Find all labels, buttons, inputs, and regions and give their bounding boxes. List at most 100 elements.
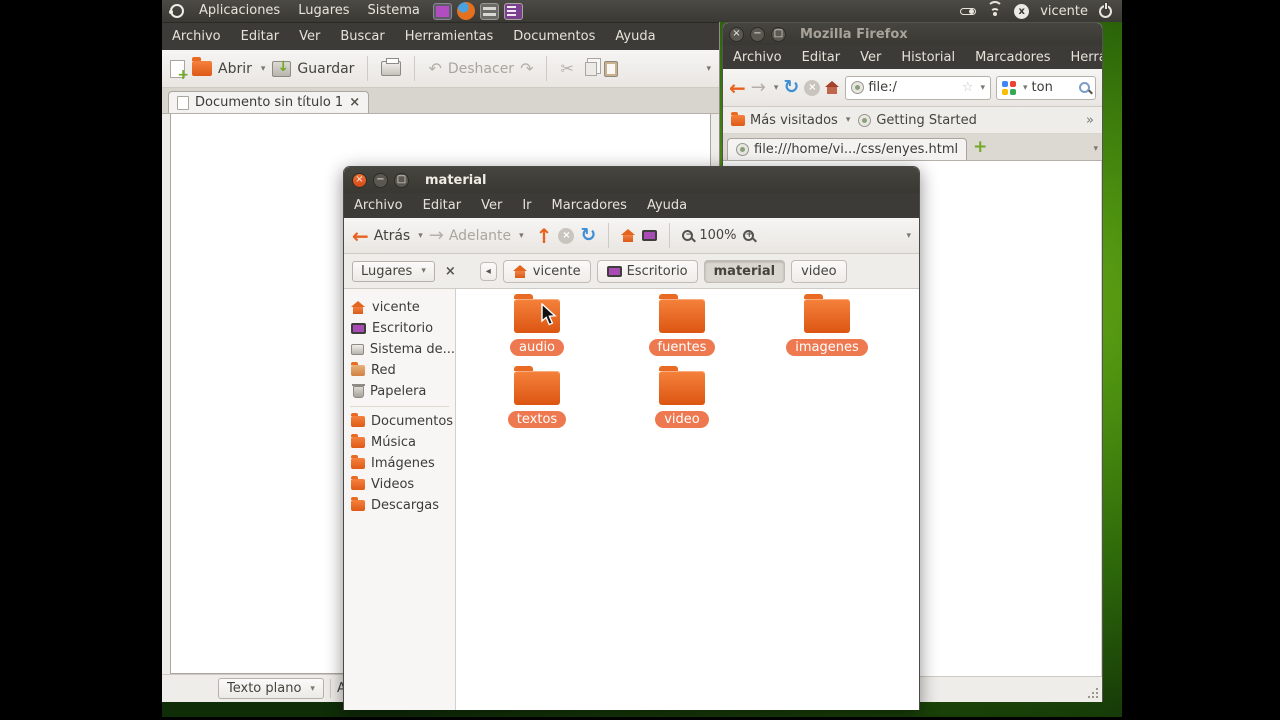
folder-item-audio[interactable]: audio	[491, 294, 583, 356]
firefox-menu-ver[interactable]: Ver	[850, 50, 891, 65]
firefox-menu-herramientas[interactable]: Herramientas	[1061, 50, 1103, 65]
sidebar-item-red[interactable]: Red	[344, 360, 455, 381]
back-button[interactable]: ← Atrás ▾	[352, 226, 423, 246]
home-icon[interactable]	[825, 81, 840, 94]
sidebar-close-icon[interactable]: ×	[445, 264, 456, 279]
firefox-launcher-icon[interactable]	[456, 2, 475, 20]
gedit-menu-archivo[interactable]: Archivo	[162, 29, 231, 44]
breadcrumb-vicente[interactable]: vicente	[502, 259, 591, 283]
sidebar-item-descargas[interactable]: Descargas	[344, 495, 455, 516]
resize-grip[interactable]	[1088, 688, 1098, 698]
close-icon[interactable]: ×	[729, 26, 744, 42]
breadcrumb-video[interactable]: video	[791, 259, 847, 283]
search-engine-dropdown-icon[interactable]: ▾	[1023, 83, 1028, 93]
maximize-icon[interactable]: □	[394, 172, 409, 188]
nautilus-menu-archivo[interactable]: Archivo	[344, 198, 413, 213]
panel-menu-sistema[interactable]: Sistema	[359, 0, 429, 22]
firefox-tabstrip: file:///home/vi.../css/enyes.html + ▾	[723, 134, 1102, 161]
nautilus-file-view[interactable]: audio fuentes imagenes textos video	[456, 289, 919, 710]
nautilus-menu-ir[interactable]: Ir	[512, 198, 541, 213]
maximize-icon[interactable]: □	[771, 26, 786, 42]
nautilus-menu-ver[interactable]: Ver	[471, 198, 512, 213]
editor-launcher-icon[interactable]	[503, 2, 523, 20]
toolbar-overflow-icon[interactable]: ▾	[906, 231, 911, 241]
zoom-level[interactable]: 100%	[699, 228, 736, 243]
minimize-icon[interactable]: −	[373, 172, 388, 188]
username-label[interactable]: vicente	[1040, 4, 1088, 19]
new-document-icon[interactable]	[170, 59, 189, 83]
gedit-menu-ayuda[interactable]: Ayuda	[605, 29, 665, 44]
sidebar-item-documentos[interactable]: Documentos	[344, 411, 455, 432]
up-icon[interactable]: ↑	[536, 226, 553, 246]
gedit-document-tab[interactable]: Documento sin título 1 ×	[168, 91, 370, 113]
sidebar-item-musica[interactable]: Música	[344, 432, 455, 453]
sidebar-item-imagenes[interactable]: Imágenes	[344, 453, 455, 474]
close-icon[interactable]: ×	[352, 172, 367, 188]
zoom-in-icon[interactable]: +	[742, 230, 754, 241]
home-icon[interactable]	[621, 229, 636, 242]
gedit-menu-editar[interactable]: Editar	[231, 29, 290, 44]
language-mode-combo[interactable]: Texto plano ▾	[218, 678, 324, 699]
movie-player-launcher-icon[interactable]	[479, 2, 499, 20]
folder-item-video[interactable]: video	[636, 366, 728, 428]
firefox-menu-editar[interactable]: Editar	[792, 50, 851, 65]
reload-icon[interactable]: ↻	[580, 226, 596, 245]
reload-icon[interactable]: ↻	[783, 78, 799, 97]
folder-item-imagenes[interactable]: imagenes	[781, 294, 873, 356]
open-button[interactable]: Abrir ▾	[192, 57, 266, 77]
tab-list-dropdown-icon[interactable]: ▾	[1093, 144, 1098, 154]
getting-started-bookmark[interactable]: Getting Started	[858, 113, 977, 128]
minimize-icon[interactable]: −	[750, 26, 765, 42]
save-button[interactable]: Guardar	[272, 59, 354, 77]
firefox-tab[interactable]: file:///home/vi.../css/enyes.html	[727, 138, 968, 160]
gedit-menu-herramientas[interactable]: Herramientas	[395, 29, 504, 44]
sidebar-item-sistema[interactable]: Sistema de...	[344, 339, 455, 360]
gedit-menu-buscar[interactable]: Buscar	[330, 29, 394, 44]
breadcrumb-escritorio[interactable]: Escritorio	[596, 259, 698, 283]
gedit-menu-ver[interactable]: Ver	[289, 29, 330, 44]
new-tab-icon[interactable]: +	[973, 137, 987, 157]
sidebar-item-videos[interactable]: Videos	[344, 474, 455, 495]
history-dropdown-icon[interactable]: ▾	[774, 83, 779, 93]
panel-menu-lugares[interactable]: Lugares	[289, 0, 358, 22]
volume-slider-icon[interactable]	[960, 7, 977, 15]
firefox-titlebar[interactable]: × − □ Mozilla Firefox	[723, 23, 1102, 45]
nautilus-menu-marcadores[interactable]: Marcadores	[542, 198, 637, 213]
toolbar-overflow-icon[interactable]: ▾	[706, 64, 711, 74]
nautilus-menu-ayuda[interactable]: Ayuda	[637, 198, 697, 213]
gedit-menu-documentos[interactable]: Documentos	[503, 29, 605, 44]
power-icon[interactable]	[1099, 4, 1112, 18]
print-icon[interactable]	[381, 58, 402, 76]
search-bar[interactable]: ▾ ton	[996, 75, 1096, 100]
bookmarks-overflow-icon[interactable]: »	[1086, 113, 1094, 128]
folder-item-textos[interactable]: textos	[491, 366, 583, 428]
most-visited-bookmark[interactable]: Más visitados ▾	[731, 111, 850, 128]
ubuntu-logo-icon[interactable]	[169, 4, 184, 18]
firefox-menu-marcadores[interactable]: Marcadores	[965, 50, 1060, 65]
nautilus-titlebar[interactable]: × − □ material	[344, 167, 919, 193]
crumb-scroll-left[interactable]: ◂	[479, 261, 497, 281]
places-combo[interactable]: Lugares ▾	[352, 260, 435, 282]
firefox-menu-historial[interactable]: Historial	[891, 50, 965, 65]
firefox-menu-archivo[interactable]: Archivo	[723, 50, 792, 65]
zoom-out-icon[interactable]: −	[682, 230, 694, 241]
bookmark-star-icon[interactable]: ☆	[962, 80, 974, 95]
wifi-icon[interactable]	[987, 1, 1004, 17]
url-dropdown-icon[interactable]: ▾	[980, 83, 985, 93]
breadcrumb-material[interactable]: material	[703, 259, 786, 283]
folder-item-fuentes[interactable]: fuentes	[636, 294, 728, 356]
nautilus-menu-editar[interactable]: Editar	[413, 198, 472, 213]
open-dropdown-icon[interactable]: ▾	[261, 64, 266, 74]
back-dropdown-icon[interactable]: ▾	[418, 231, 423, 241]
panel-menu-aplicaciones[interactable]: Aplicaciones	[190, 0, 289, 22]
sidebar-item-escritorio[interactable]: Escritorio	[344, 318, 455, 339]
messaging-indicator-icon[interactable]: x	[1014, 3, 1030, 19]
tab-close-icon[interactable]: ×	[349, 95, 360, 110]
sidebar-item-vicente[interactable]: vicente	[344, 297, 455, 318]
computer-icon[interactable]	[642, 230, 658, 241]
sidebar-item-papelera[interactable]: Papelera	[344, 381, 455, 402]
back-icon[interactable]: ←	[729, 78, 746, 98]
search-magnifier-icon[interactable]	[1079, 82, 1090, 93]
remote-desktop-launcher-icon[interactable]	[432, 2, 452, 20]
url-bar[interactable]: file:/ ☆ ▾	[845, 75, 991, 100]
